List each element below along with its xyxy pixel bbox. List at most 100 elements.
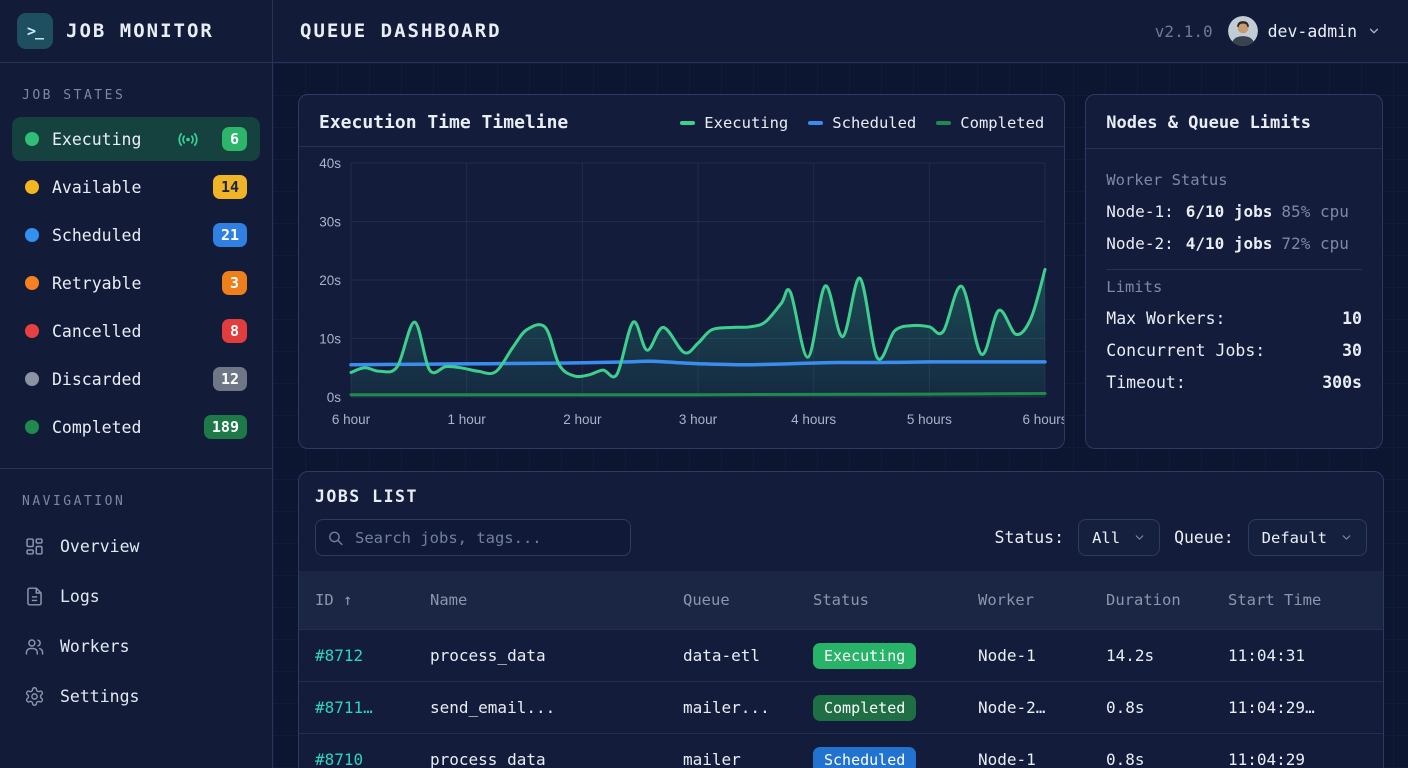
job-id-link[interactable]: #8711… [299,698,414,717]
nav-label: Overview [60,536,140,556]
job-queue: data-etl [683,646,761,665]
search-input[interactable] [315,519,631,556]
timeout-row: Timeout: 300s [1106,373,1362,392]
state-label: Available [52,177,142,197]
node-2-status: Node-2: 4/10 jobs 72% cpu [1106,234,1349,253]
state-label: Completed [52,417,142,437]
sidebar-item-logs[interactable]: Logs [0,571,272,621]
topbar: QUEUE DASHBOARD v2.1.0 dev-admin [273,0,1408,63]
job-worker: Node-1 [978,646,1036,665]
chevron-down-icon [1340,531,1353,544]
state-label: Retryable [52,273,142,293]
sidebar-item-scheduled[interactable]: Scheduled 21 [12,213,260,257]
table-row[interactable]: #8711… send_email... mailer... Completed… [299,681,1383,733]
legend-label: Completed [960,113,1045,132]
worker-status-title: Worker Status [1106,171,1228,189]
chevron-down-icon [1133,531,1146,544]
page-title: QUEUE DASHBOARD [300,20,502,42]
sidebar-item-available[interactable]: Available 14 [12,165,260,209]
chart-title: Execution Time Timeline [319,112,569,133]
sidebar-item-retryable[interactable]: Retryable 3 [12,261,260,305]
search-box [315,519,631,556]
legend-item-completed[interactable]: Completed [936,114,1044,132]
legend-item-executing[interactable]: Executing [680,114,788,132]
completed-dot [25,420,39,434]
column-header-id[interactable]: ID ↑ [299,591,414,609]
svg-text:40s: 40s [319,156,341,171]
user-name: dev-admin [1267,21,1357,41]
state-label: Scheduled [52,225,142,245]
svg-text:4 hours: 4 hours [791,412,836,427]
column-header-duration[interactable]: Duration [1090,591,1212,609]
sidebar: >_ JOB MONITOR JOB STATES Executing 6 Av… [0,0,273,768]
table-row[interactable]: #8710 process_data mailer Scheduled Node… [299,733,1383,768]
navigation-section-title: NAVIGATION [22,494,126,509]
count-badge: 6 [221,126,247,152]
state-label: Discarded [52,369,142,389]
users-icon [24,636,45,657]
queue-filter-select[interactable]: Default [1247,519,1367,556]
job-duration: 0.8s [1106,698,1145,717]
app-logo-row: >_ JOB MONITOR [0,0,272,63]
column-header-status[interactable]: Status [797,591,962,609]
search-icon [327,529,344,546]
terminal-icon: >_ [17,13,53,49]
job-id-link[interactable]: #8710 [299,750,414,768]
table-header-row: ID ↑ Name Queue Status Worker Duration S… [299,571,1383,629]
svg-text:2 hour: 2 hour [563,412,602,427]
state-label: Cancelled [52,321,142,341]
count-badge: 21 [212,222,247,248]
column-header-start-time[interactable]: Start Time [1212,591,1383,609]
sidebar-item-discarded[interactable]: Discarded 12 [12,357,260,401]
sidebar-item-settings[interactable]: Settings [0,671,272,721]
discarded-dot [25,372,39,386]
job-id-link[interactable]: #8712 [299,646,414,665]
svg-text:5 hours: 5 hours [907,412,952,427]
limits-divider [1106,269,1362,270]
completed-legend-dash [936,120,952,125]
table-row[interactable]: #8712 process_data data-etl Executing No… [299,629,1383,681]
app-root: >_ JOB MONITOR JOB STATES Executing 6 Av… [0,0,1408,768]
column-header-queue[interactable]: Queue [667,591,797,609]
status-badge: Completed [813,694,917,721]
sidebar-item-overview[interactable]: Overview [0,521,272,571]
job-queue: mailer... [683,698,770,717]
sidebar-item-cancelled[interactable]: Cancelled 8 [12,309,260,353]
svg-text:20s: 20s [319,273,341,288]
legend-label: Executing [704,113,789,132]
document-icon [24,586,45,607]
avatar [1227,16,1258,46]
limits-title: Limits [1106,278,1163,296]
scheduled-legend-dash [808,120,824,125]
sidebar-item-completed[interactable]: Completed 189 [12,405,260,449]
job-name: process_data [430,750,546,768]
nodes-limits-panel: Nodes & Queue Limits Worker Status Node-… [1085,94,1383,449]
sidebar-item-workers[interactable]: Workers [0,621,272,671]
live-signal-icon [177,132,199,147]
column-header-name[interactable]: Name [414,591,667,609]
column-header-worker[interactable]: Worker [962,591,1090,609]
svg-text:0s: 0s [327,390,342,405]
svg-text:6 hour: 6 hour [332,412,371,427]
jobs-list-panel: JOBS LIST Status: All Que [298,471,1384,768]
legend-label: Scheduled [832,113,917,132]
state-label: Executing [52,129,142,149]
user-menu[interactable]: dev-admin [1227,16,1381,46]
nav-label: Workers [60,636,130,656]
status-filter-select[interactable]: All [1078,519,1161,556]
main-area: QUEUE DASHBOARD v2.1.0 dev-admin Executi… [273,0,1408,768]
gear-icon [24,686,45,707]
jobs-table: ID ↑ Name Queue Status Worker Duration S… [299,571,1383,768]
count-badge: 3 [221,270,247,296]
svg-text:10s: 10s [319,332,341,347]
nav-label: Logs [60,586,100,606]
executing-dot [25,132,39,146]
available-dot [25,180,39,194]
sidebar-item-executing[interactable]: Executing 6 [12,117,260,161]
legend-item-scheduled[interactable]: Scheduled [808,114,916,132]
status-badge: Executing [813,642,917,669]
limits-panel-title: Nodes & Queue Limits [1086,95,1382,149]
count-badge: 12 [212,366,247,392]
chevron-down-icon [1367,24,1381,38]
timeline-chart: 0s 10s 20s 30s 40s 6 hour 1 hour 2 hour 3 hour 4 … [319,156,1064,427]
